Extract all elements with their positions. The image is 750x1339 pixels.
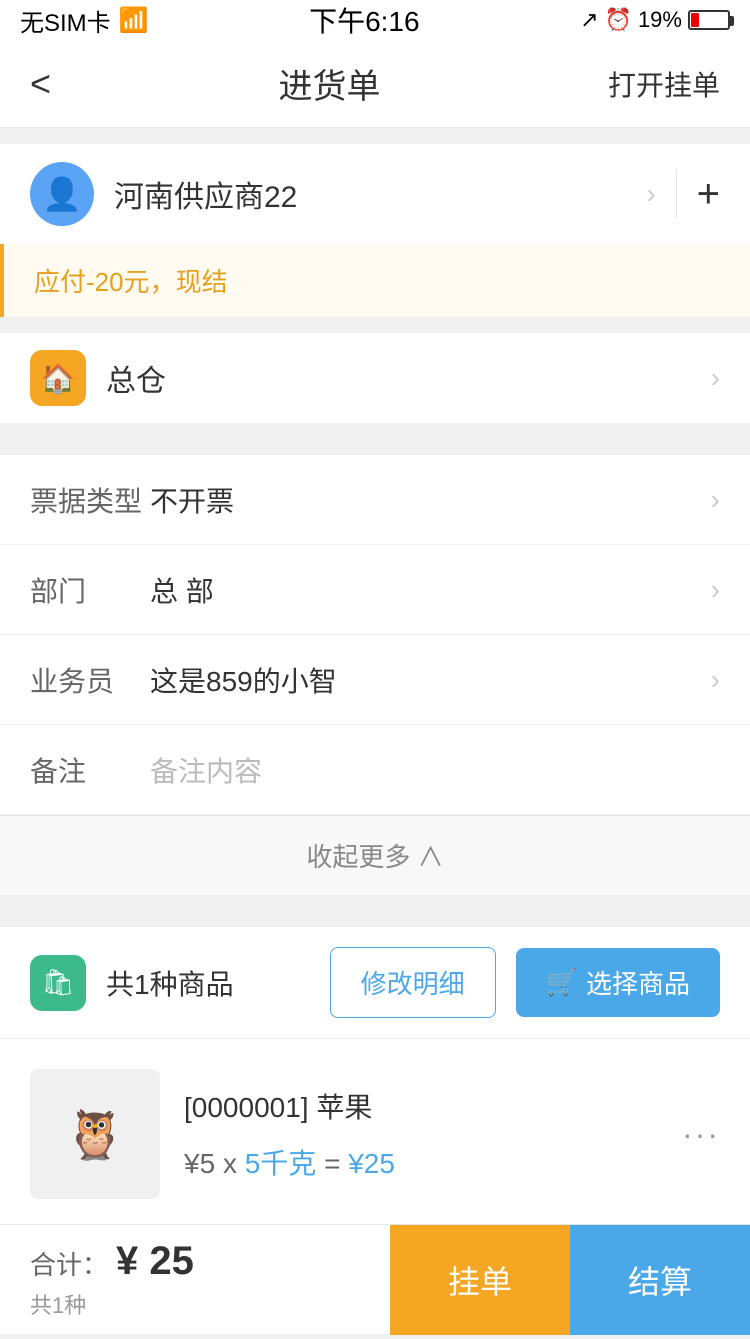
supplier-name: 河南供应商22 — [114, 172, 646, 216]
select-cart-icon: 🛒 — [546, 967, 578, 998]
avatar-icon: 👤 — [42, 175, 82, 213]
total-sub: 共1种 — [30, 1288, 360, 1320]
select-product-button[interactable]: 🛒 选择商品 — [516, 948, 720, 1017]
status-right: ↗ ⏰ 19% — [580, 7, 730, 33]
total-price: ¥25 — [348, 1148, 395, 1179]
invoice-row[interactable]: 票据类型 不开票 › — [0, 455, 750, 545]
carrier-label: 无SIM卡 — [20, 3, 111, 38]
product-more-button[interactable]: ··· — [682, 1116, 720, 1153]
battery-level: 19% — [638, 7, 682, 33]
supplier-section: 👤 河南供应商22 › + — [0, 144, 750, 244]
salesperson-value: 这是859的小智 — [150, 660, 711, 700]
product-count: 共1种商品 — [106, 963, 310, 1003]
department-row[interactable]: 部门 总 部 › — [0, 545, 750, 635]
salesperson-row[interactable]: 业务员 这是859的小智 › — [0, 635, 750, 725]
product-price: ¥5 x 5千克 = ¥25 — [184, 1142, 658, 1182]
warehouse-name: 总仓 — [106, 356, 711, 400]
supplier-divider — [676, 169, 677, 219]
salesperson-chevron-icon: › — [711, 664, 720, 696]
quantity: 5千克 — [245, 1148, 317, 1179]
product-icon: 🛍 — [30, 955, 86, 1011]
warehouse-section: 🏠 总仓 › — [0, 333, 750, 423]
product-thumbnail: 🦉 — [30, 1069, 160, 1199]
open-pending-button[interactable]: 打开挂单 — [608, 64, 720, 104]
content: 👤 河南供应商22 › + 应付-20元，现结 🏠 总仓 › 票据类型 不开票 … — [0, 128, 750, 1339]
warehouse-row[interactable]: 🏠 总仓 › — [0, 333, 750, 423]
product-name: [0000001] 苹果 — [184, 1086, 658, 1126]
owl-icon: 🦉 — [65, 1106, 125, 1163]
nav-bar: < 进货单 打开挂单 — [0, 40, 750, 128]
modify-detail-button[interactable]: 修改明细 — [330, 947, 496, 1018]
total-amount: ¥ 25 — [116, 1239, 194, 1284]
house-icon: 🏠 — [41, 362, 76, 395]
page-title: 进货单 — [279, 59, 381, 108]
battery-icon — [688, 10, 730, 30]
department-label: 部门 — [30, 570, 150, 610]
department-chevron-icon: › — [711, 574, 720, 606]
invoice-label: 票据类型 — [30, 480, 150, 520]
product-title: 苹果 — [316, 1092, 372, 1123]
warehouse-icon: 🏠 — [30, 350, 86, 406]
salesperson-label: 业务员 — [30, 660, 150, 700]
warehouse-chevron-icon: › — [711, 362, 720, 394]
department-value: 总 部 — [150, 570, 711, 610]
alarm-icon: ⏰ — [605, 7, 632, 33]
supplier-avatar: 👤 — [30, 162, 94, 226]
footer-total: 合计： ¥ 25 共1种 — [0, 1239, 390, 1320]
product-info: [0000001] 苹果 ¥5 x 5千克 = ¥25 — [184, 1086, 658, 1182]
total-label: 合计： — [30, 1245, 108, 1282]
notice-bar: 应付-20元，现结 — [0, 244, 750, 317]
product-item: 🦉 [0000001] 苹果 ¥5 x 5千克 = ¥25 ··· — [0, 1039, 750, 1229]
remark-input[interactable]: 备注内容 — [150, 750, 720, 790]
collapse-bar[interactable]: 收起更多 ∧ — [0, 815, 750, 895]
supplier-chevron-icon: › — [646, 178, 655, 210]
pending-button[interactable]: 挂单 — [390, 1225, 570, 1335]
supplier-row[interactable]: 👤 河南供应商22 › + — [0, 144, 750, 244]
cart-icon: 🛍 — [41, 967, 74, 998]
location-icon: ↗ — [580, 7, 598, 33]
product-header: 🛍 共1种商品 修改明细 🛒 选择商品 — [0, 927, 750, 1039]
status-left: 无SIM卡 📶 — [20, 3, 149, 38]
wifi-icon: 📶 — [119, 6, 149, 35]
add-supplier-button[interactable]: + — [697, 172, 720, 217]
checkout-button[interactable]: 结算 — [570, 1225, 750, 1335]
footer: 合计： ¥ 25 共1种 挂单 结算 — [0, 1224, 750, 1334]
notice-text: 应付-20元，现结 — [34, 267, 228, 297]
status-bar: 无SIM卡 📶 下午6:16 ↗ ⏰ 19% — [0, 0, 750, 40]
unit-price: ¥5 — [184, 1148, 215, 1179]
invoice-value: 不开票 — [150, 480, 711, 520]
status-time: 下午6:16 — [309, 0, 420, 40]
remark-row[interactable]: 备注 备注内容 — [0, 725, 750, 815]
back-button[interactable]: < — [30, 63, 51, 105]
remark-label: 备注 — [30, 750, 150, 790]
product-code: [0000001] — [184, 1092, 309, 1123]
collapse-label: 收起更多 ∧ — [306, 837, 443, 874]
form-section: 票据类型 不开票 › 部门 总 部 › 业务员 这是859的小智 › 备注 备注… — [0, 455, 750, 895]
invoice-chevron-icon: › — [711, 484, 720, 516]
